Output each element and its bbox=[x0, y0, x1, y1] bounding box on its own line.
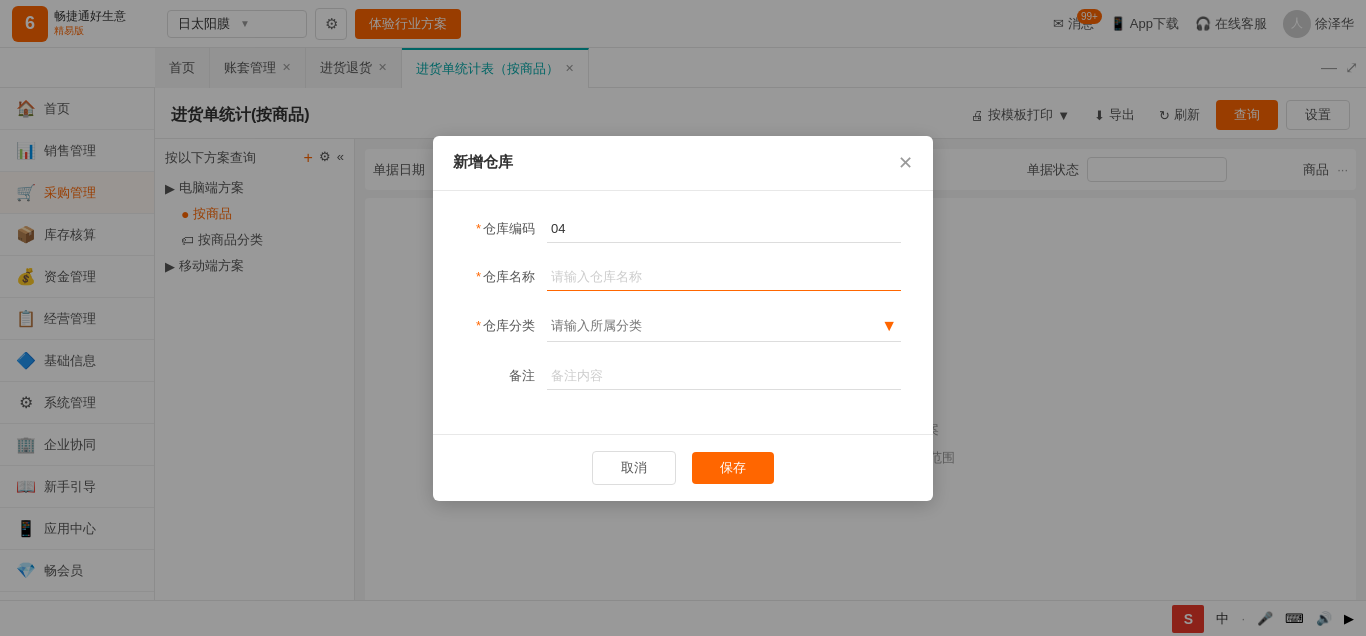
category-dropdown-arrow: ▼ bbox=[881, 317, 897, 335]
warehouse-code-input[interactable] bbox=[547, 215, 901, 243]
note-label: 备注 bbox=[465, 367, 535, 385]
warehouse-category-row: 仓库分类 ▼ bbox=[465, 311, 901, 342]
modal-body: 仓库编码 仓库名称 仓库分类 ▼ 备注 bbox=[433, 191, 933, 434]
modal-close-button[interactable]: ✕ bbox=[898, 152, 913, 174]
warehouse-name-input[interactable] bbox=[547, 263, 901, 291]
warehouse-code-row: 仓库编码 bbox=[465, 215, 901, 243]
modal-title: 新增仓库 bbox=[453, 153, 513, 172]
warehouse-code-label: 仓库编码 bbox=[465, 220, 535, 238]
add-warehouse-modal: 新增仓库 ✕ 仓库编码 仓库名称 仓库分类 ▼ bbox=[433, 136, 933, 501]
warehouse-name-label: 仓库名称 bbox=[465, 268, 535, 286]
save-button[interactable]: 保存 bbox=[692, 452, 774, 484]
warehouse-category-label: 仓库分类 bbox=[465, 317, 535, 335]
warehouse-name-row: 仓库名称 bbox=[465, 263, 901, 291]
cancel-button[interactable]: 取消 bbox=[592, 451, 676, 485]
note-row: 备注 bbox=[465, 362, 901, 390]
note-input[interactable] bbox=[547, 362, 901, 390]
modal-overlay: 新增仓库 ✕ 仓库编码 仓库名称 仓库分类 ▼ bbox=[0, 0, 1366, 636]
modal-header: 新增仓库 ✕ bbox=[433, 136, 933, 191]
modal-footer: 取消 保存 bbox=[433, 434, 933, 501]
warehouse-category-select[interactable]: ▼ bbox=[547, 311, 901, 342]
warehouse-category-input[interactable] bbox=[551, 318, 881, 333]
